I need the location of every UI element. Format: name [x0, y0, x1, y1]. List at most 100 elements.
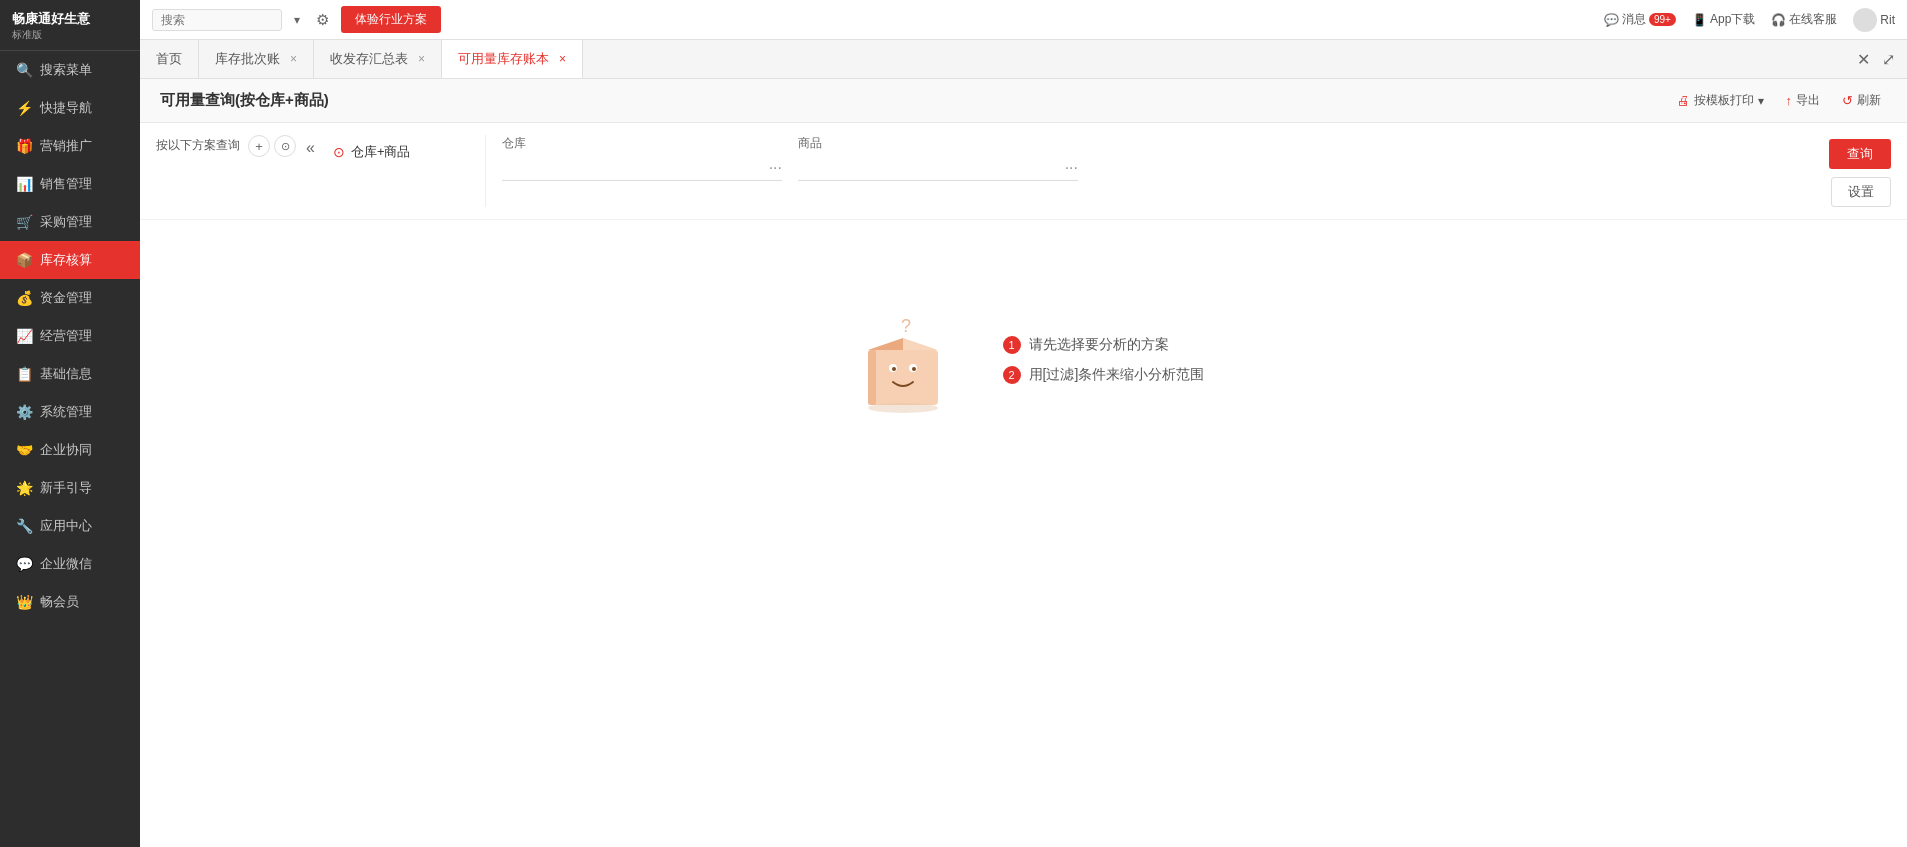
sidebar-item-4[interactable]: 🛒 采购管理 — [0, 203, 140, 241]
query-btn[interactable]: 查询 — [1829, 139, 1891, 169]
filter-settings-btn[interactable]: ⊙ — [274, 135, 296, 157]
refresh-btn[interactable]: ↺ 刷新 — [1836, 89, 1887, 112]
tab-batch-ledger-close[interactable]: × — [290, 52, 297, 66]
print-dropdown-icon[interactable]: ▾ — [1758, 94, 1764, 108]
user-name: Rit — [1880, 13, 1895, 27]
filter-scheme-item[interactable]: ⊙ 仓库+商品 — [325, 139, 419, 165]
sidebar-icon-13: 💬 — [16, 556, 32, 572]
sidebar-item-9[interactable]: ⚙️系统管理 — [0, 393, 140, 431]
sidebar: 畅康通好生意 标准版 🔍搜索菜单⚡快捷导航🎁营销推广📊销售管理🛒采购管理📦库存核… — [0, 0, 140, 847]
topbar: ▾ ⚙ 体验行业方案 💬 消息 99+ 📱 App下载 🎧 在线客服 Rit — [140, 0, 1907, 40]
tab-batch-ledger-label: 库存批次账 — [215, 50, 280, 68]
search-input[interactable] — [152, 9, 282, 31]
page-title: 可用量查询(按仓库+商品) — [160, 91, 329, 110]
sidebar-label-7: 经营管理 — [40, 327, 92, 345]
experience-btn[interactable]: 体验行业方案 — [341, 6, 441, 33]
empty-tip-2: 2 用[过滤]条件来缩小分析范围 — [1003, 366, 1205, 384]
print-label: 按模板打印 — [1694, 92, 1754, 109]
sidebar-label-4: 采购管理 — [40, 213, 92, 231]
export-icon: ↑ — [1786, 93, 1793, 108]
headset-icon: 🎧 — [1771, 13, 1786, 27]
tab-summary-close[interactable]: × — [418, 52, 425, 66]
app-subtitle: 标准版 — [12, 28, 128, 42]
tab-summary-label: 收发存汇总表 — [330, 50, 408, 68]
message-icon: 💬 — [1604, 13, 1619, 27]
empty-tip-1: 1 请先选择要分析的方案 — [1003, 336, 1205, 354]
tip-num-2: 2 — [1003, 366, 1021, 384]
sidebar-item-12[interactable]: 🔧 应用中心 — [0, 507, 140, 545]
empty-state-inner: ? 1 请先选择要分析的方案 2 用[过滤]条件来缩小分析范围 — [843, 300, 1205, 420]
filter-area: 按以下方案查询 + ⊙ « ⊙ 仓库+商品 仓库 — [140, 123, 1907, 220]
sidebar-label-13: 企业微信 — [40, 555, 92, 573]
sidebar-label-3: 销售管理 — [40, 175, 92, 193]
sidebar-icon-10: 🤝 — [16, 442, 32, 458]
tab-available[interactable]: 可用量库存账本 × — [442, 40, 583, 78]
warehouse-dots[interactable]: ··· — [769, 159, 782, 177]
dropdown-icon[interactable]: ▾ — [290, 11, 304, 29]
sidebar-item-7[interactable]: 📈经营管理 — [0, 317, 140, 355]
goods-input[interactable] — [798, 161, 1061, 175]
svg-point-9 — [868, 403, 938, 413]
sidebar-label-1: 快捷导航 — [40, 99, 92, 117]
sidebar-label-5: 库存核算 — [40, 251, 92, 269]
sidebar-item-0[interactable]: 🔍搜索菜单 — [0, 51, 140, 89]
tab-batch-ledger[interactable]: 库存批次账 × — [199, 40, 314, 78]
sidebar-icon-5: 📦 — [16, 252, 32, 268]
gear-icon[interactable]: ⚙ — [312, 9, 333, 31]
message-btn[interactable]: 💬 消息 99+ — [1604, 11, 1676, 28]
tab-expand-btn[interactable]: ⤢ — [1878, 48, 1899, 71]
sidebar-item-6[interactable]: 💰资金管理 — [0, 279, 140, 317]
app-download-btn[interactable]: 📱 App下载 — [1692, 11, 1755, 28]
filter-left: 按以下方案查询 + ⊙ « ⊙ 仓库+商品 — [156, 135, 486, 207]
tab-close-all-btn[interactable]: ✕ — [1853, 48, 1874, 71]
collapse-btn[interactable]: « — [304, 137, 317, 159]
sidebar-nav: 🔍搜索菜单⚡快捷导航🎁营销推广 📊 销售管理 🛒 采购管理 📦 库存核算 💰资金管理📈经营管理… — [0, 51, 140, 847]
svg-point-7 — [912, 367, 916, 371]
tab-home[interactable]: 首页 — [140, 40, 199, 78]
sidebar-label-12: 应用中心 — [40, 517, 92, 535]
sidebar-item-1[interactable]: ⚡快捷导航 — [0, 89, 140, 127]
tabs-right: ✕ ⤢ — [1853, 48, 1907, 71]
sidebar-label-14: 畅会员 — [40, 593, 79, 611]
online-service-btn[interactable]: 🎧 在线客服 — [1771, 11, 1837, 28]
page-header-actions: 🖨 按模板打印 ▾ ↑ 导出 ↺ 刷新 — [1671, 89, 1888, 112]
sidebar-label-8: 基础信息 — [40, 365, 92, 383]
sidebar-item-3[interactable]: 📊 销售管理 — [0, 165, 140, 203]
online-service-label: 在线客服 — [1789, 11, 1837, 28]
sidebar-label-11: 新手引导 — [40, 479, 92, 497]
svg-marker-1 — [868, 338, 903, 350]
user-area[interactable]: Rit — [1853, 8, 1895, 32]
sidebar-icon-12: 🔧 — [16, 518, 32, 534]
sidebar-icon-4: 🛒 — [16, 214, 32, 230]
warehouse-field: 仓库 ··· — [502, 135, 782, 181]
print-btn[interactable]: 🖨 按模板打印 ▾ — [1671, 89, 1770, 112]
sidebar-label-9: 系统管理 — [40, 403, 92, 421]
sidebar-item-11[interactable]: 🌟 新手引导 — [0, 469, 140, 507]
sidebar-item-2[interactable]: 🎁营销推广 — [0, 127, 140, 165]
content-area: 可用量查询(按仓库+商品) 🖨 按模板打印 ▾ ↑ 导出 ↺ 刷新 — [140, 79, 1907, 847]
tabs-bar: 首页 库存批次账 × 收发存汇总表 × 可用量库存账本 × ✕ ⤢ — [140, 40, 1907, 79]
empty-tips: 1 请先选择要分析的方案 2 用[过滤]条件来缩小分析范围 — [1003, 336, 1205, 384]
warehouse-input[interactable] — [502, 161, 765, 175]
sidebar-item-14[interactable]: 👑畅会员 — [0, 583, 140, 621]
goods-dots[interactable]: ··· — [1065, 159, 1078, 177]
sidebar-label-0: 搜索菜单 — [40, 61, 92, 79]
message-badge: 99+ — [1649, 13, 1676, 26]
filter-add-btn[interactable]: + — [248, 135, 270, 157]
sidebar-icon-3: 📊 — [16, 176, 32, 192]
sidebar-item-10[interactable]: 🤝企业协同 — [0, 431, 140, 469]
tab-available-close[interactable]: × — [559, 52, 566, 66]
svg-text:?: ? — [901, 316, 911, 336]
sidebar-item-5[interactable]: 📦 库存核算 — [0, 241, 140, 279]
sidebar-item-13[interactable]: 💬 企业微信 — [0, 545, 140, 583]
export-btn[interactable]: ↑ 导出 — [1780, 89, 1827, 112]
filter-scheme: ⊙ 仓库+商品 — [325, 139, 419, 165]
print-icon: 🖨 — [1677, 93, 1690, 108]
sidebar-icon-11: 🌟 — [16, 480, 32, 496]
refresh-label: 刷新 — [1857, 92, 1881, 109]
sidebar-item-8[interactable]: 📋基础信息 — [0, 355, 140, 393]
avatar — [1853, 8, 1877, 32]
tab-summary[interactable]: 收发存汇总表 × — [314, 40, 442, 78]
setting-btn[interactable]: 设置 — [1831, 177, 1891, 207]
svg-marker-2 — [903, 338, 938, 350]
